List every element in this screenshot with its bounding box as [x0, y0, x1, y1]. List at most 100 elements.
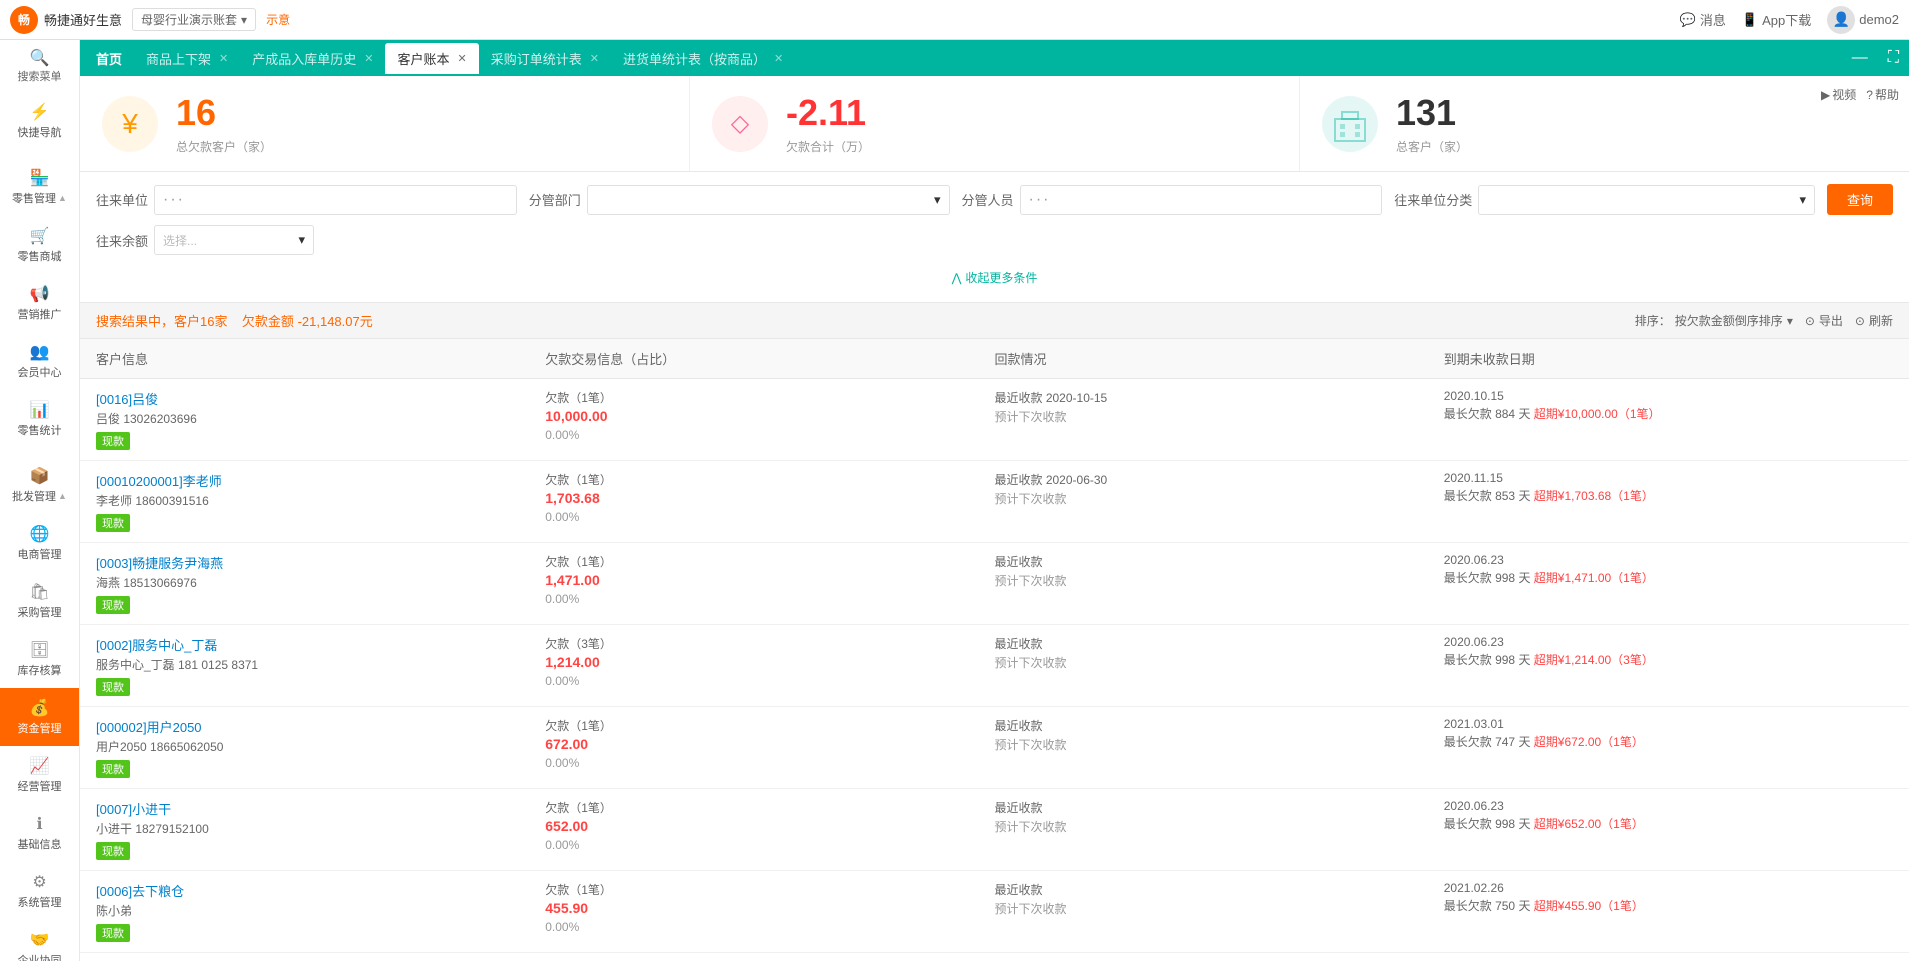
table-row: [0003]畅捷服务尹海燕 海燕 18513066976 现款 欠款（1笔） 1…	[80, 543, 1909, 625]
tab-minimize-btn[interactable]: —	[1846, 47, 1874, 69]
tab-product-history[interactable]: 产成品入库单历史 ✕	[240, 43, 385, 74]
tab-maximize-btn[interactable]: ⛶	[1882, 47, 1905, 69]
member-icon: 👥	[30, 342, 50, 362]
tab-products-off[interactable]: 商品上下架 ✕	[134, 43, 240, 74]
customer-name-link[interactable]: [0007]小进干	[96, 802, 171, 817]
sidebar-item-retail-stats[interactable]: 📊 零售统计	[0, 390, 79, 448]
video-btn[interactable]: ▶ 视频	[1821, 86, 1856, 103]
due-date-cell: 2020.11.15 最长欠款 853 天 超期¥1,703.68（1笔）	[1444, 471, 1893, 504]
sidebar-item-system[interactable]: ⚙ 系统管理	[0, 862, 79, 920]
customer-name-link[interactable]: [0002]服务中心_丁磊	[96, 638, 217, 653]
tab-bar: 首页 商品上下架 ✕ 产成品入库单历史 ✕ 客户账本 ✕ 采购订单统计表 ✕ 进…	[80, 40, 1909, 76]
stats-bar: ¥ 16 总欠款客户（家） ◇ -2.11	[80, 76, 1909, 172]
chevron-down-icon: ▾	[241, 13, 247, 27]
sort-selector[interactable]: 排序： 按欠款金额倒序排序 ▾	[1635, 312, 1793, 329]
export-btn[interactable]: ⊙ 导出	[1805, 312, 1843, 329]
sidebar-item-retail-mall[interactable]: 🛒 零售商城	[0, 216, 79, 274]
overdue-link[interactable]: 超期¥652.00（1笔）	[1534, 817, 1644, 831]
balance-select[interactable]: 选择... ▾	[154, 225, 314, 255]
main-container: 🔍 搜索菜单 ⚡ 快捷导航 🏪 零售管理 ▲ 🛒 零售商城 📢 营销推广 👥 会…	[0, 40, 1909, 961]
overdue-link[interactable]: 超期¥10,000.00（1笔）	[1534, 407, 1661, 421]
sidebar-item-retail-mgmt[interactable]: 🏪 零售管理 ▲	[0, 158, 79, 216]
overdue-link[interactable]: 超期¥1,214.00（3笔）	[1534, 653, 1654, 667]
stats-icon: 📊	[30, 400, 50, 420]
recovery-cell: 最近收款 预计下次收款	[995, 553, 1444, 589]
dept-select[interactable]: ▾	[587, 185, 950, 215]
help-btn[interactable]: ? 帮助	[1866, 86, 1899, 103]
industry-selector[interactable]: 母婴行业演示账套 ▾	[132, 8, 256, 31]
system-icon: ⚙	[32, 872, 46, 892]
query-button[interactable]: 查询	[1827, 184, 1893, 215]
customer-name-link[interactable]: [0006]去下粮仓	[96, 884, 184, 899]
manager-input[interactable]: ···	[1020, 185, 1383, 215]
overdue-customers-label: 总欠款客户（家）	[176, 138, 272, 155]
customer-info-cell: [00010200001]李老师 李老师 18600391516 现款	[96, 471, 545, 532]
overdue-amount-label: 欠款合计（万）	[786, 138, 870, 155]
tab-close-inventory-stats[interactable]: ✕	[774, 52, 783, 65]
finance-icon: 💰	[30, 698, 50, 718]
batch-icon: 📦	[30, 466, 50, 486]
sidebar-item-quick-nav[interactable]: ⚡ 快捷导航	[0, 92, 79, 150]
refresh-btn[interactable]: ⊙ 刷新	[1855, 312, 1893, 329]
top-bar: 畅 畅捷通好生意 母婴行业演示账套 ▾ 示意 💬 消息 📱 App下载 👤 de…	[0, 0, 1909, 40]
right-content: 首页 商品上下架 ✕ 产成品入库单历史 ✕ 客户账本 ✕ 采购订单统计表 ✕ 进…	[80, 40, 1909, 961]
message-btn[interactable]: 💬 消息	[1680, 10, 1726, 29]
app-download-btn[interactable]: 📱 App下载	[1742, 10, 1811, 29]
overdue-link[interactable]: 超期¥455.90（1笔）	[1534, 899, 1644, 913]
debt-info-cell: 欠款（1笔） 1,471.00 0.00%	[545, 553, 994, 606]
overdue-link[interactable]: 超期¥1,471.00（1笔）	[1534, 571, 1654, 585]
header-debt-info: 欠款交易信息（占比）	[545, 349, 994, 368]
sidebar-item-enterprise-coop[interactable]: 🤝 企业协同	[0, 920, 79, 961]
recovery-cell: 最近收款 预计下次收款	[995, 717, 1444, 753]
tab-customer-account[interactable]: 客户账本 ✕	[385, 43, 478, 74]
table-row: [0002]服务中心_丁磊 服务中心_丁磊 181 0125 8371 现款 欠…	[80, 625, 1909, 707]
sidebar-item-inventory[interactable]: 🗄 库存核算	[0, 630, 79, 688]
filter-row-1: 往来单位 ··· 分管部门 ▾ 分管人员	[96, 184, 1893, 215]
table-row: [000002]用户2050 用户2050 18665062050 现款 欠款（…	[80, 707, 1909, 789]
chevron-down-icon4: ▾	[298, 232, 305, 248]
overdue-link[interactable]: 超期¥672.00（1笔）	[1534, 735, 1644, 749]
refresh-icon: ⊙	[1855, 314, 1865, 328]
filter-dept: 分管部门 ▾	[529, 185, 950, 215]
video-icon: ▶	[1821, 88, 1830, 102]
tab-purchase-stats[interactable]: 采购订单统计表 ✕	[479, 43, 611, 74]
top-bar-left: 畅 畅捷通好生意 母婴行业演示账套 ▾ 示意	[10, 6, 290, 34]
stat-overdue-amount: ◇ -2.11 欠款合计（万）	[690, 76, 1300, 171]
customer-name-link[interactable]: [00010200001]李老师	[96, 474, 222, 489]
tab-home[interactable]: 首页	[84, 43, 134, 74]
customer-info-cell: [000002]用户2050 用户2050 18665062050 现款	[96, 717, 545, 778]
customer-name-link[interactable]: [0003]畅捷服务尹海燕	[96, 556, 223, 571]
results-actions: 排序： 按欠款金额倒序排序 ▾ ⊙ 导出 ⊙ 刷新	[1635, 312, 1893, 329]
sidebar-item-basic-info[interactable]: ℹ 基础信息	[0, 804, 79, 862]
collapse-btn[interactable]: ⋀ 收起更多条件	[96, 265, 1893, 290]
customer-info-cell: [0003]畅捷服务尹海燕 海燕 18513066976 现款	[96, 553, 545, 614]
sidebar-search[interactable]: 🔍 搜索菜单	[0, 40, 79, 92]
filter-area: 往来单位 ··· 分管部门 ▾ 分管人员	[80, 172, 1909, 303]
customer-name-link[interactable]: [0016]吕俊	[96, 392, 158, 407]
sidebar-item-finance[interactable]: 💰 资金管理	[0, 688, 79, 746]
sidebar-toggle[interactable]: 示意	[266, 11, 290, 28]
recovery-cell: 最近收款 2020-06-30 预计下次收款	[995, 471, 1444, 507]
customer-name-link[interactable]: [000002]用户2050	[96, 720, 202, 735]
tab-close-customer-account[interactable]: ✕	[458, 52, 467, 65]
header-customer-info: 客户信息	[96, 349, 545, 368]
sidebar-item-purchase[interactable]: 🛍 采购管理	[0, 572, 79, 630]
tab-close-purchase-stats[interactable]: ✕	[590, 52, 599, 65]
tab-close-product-history[interactable]: ✕	[364, 52, 373, 65]
stat-total-customers: 131 总客户（家） ▶ 视频 ? 帮助	[1300, 76, 1909, 171]
help-icon: ?	[1866, 88, 1873, 102]
user-menu[interactable]: 👤 demo2	[1827, 6, 1899, 34]
sidebar-item-ops[interactable]: 📈 经营管理	[0, 746, 79, 804]
customer-info-cell: [0007]小进干 小进干 18279152100 现款	[96, 799, 545, 860]
tab-inventory-stats[interactable]: 进货单统计表（按商品） ✕	[611, 43, 795, 74]
sidebar-item-batch-mgmt[interactable]: 📦 批发管理 ▲	[0, 456, 79, 514]
results-info: 搜索结果中，客户16家 欠款金额 -21,148.07元	[96, 311, 373, 330]
vendor-unit-input[interactable]: ···	[154, 185, 517, 215]
tab-close-products-off[interactable]: ✕	[219, 52, 228, 65]
sidebar-item-ecommerce[interactable]: 🌐 电商管理	[0, 514, 79, 572]
filter-manager: 分管人员 ···	[962, 185, 1383, 215]
sidebar-item-member[interactable]: 👥 会员中心	[0, 332, 79, 390]
unit-category-select[interactable]: ▾	[1478, 185, 1815, 215]
overdue-link[interactable]: 超期¥1,703.68（1笔）	[1534, 489, 1654, 503]
sidebar-item-marketing[interactable]: 📢 营销推广	[0, 274, 79, 332]
